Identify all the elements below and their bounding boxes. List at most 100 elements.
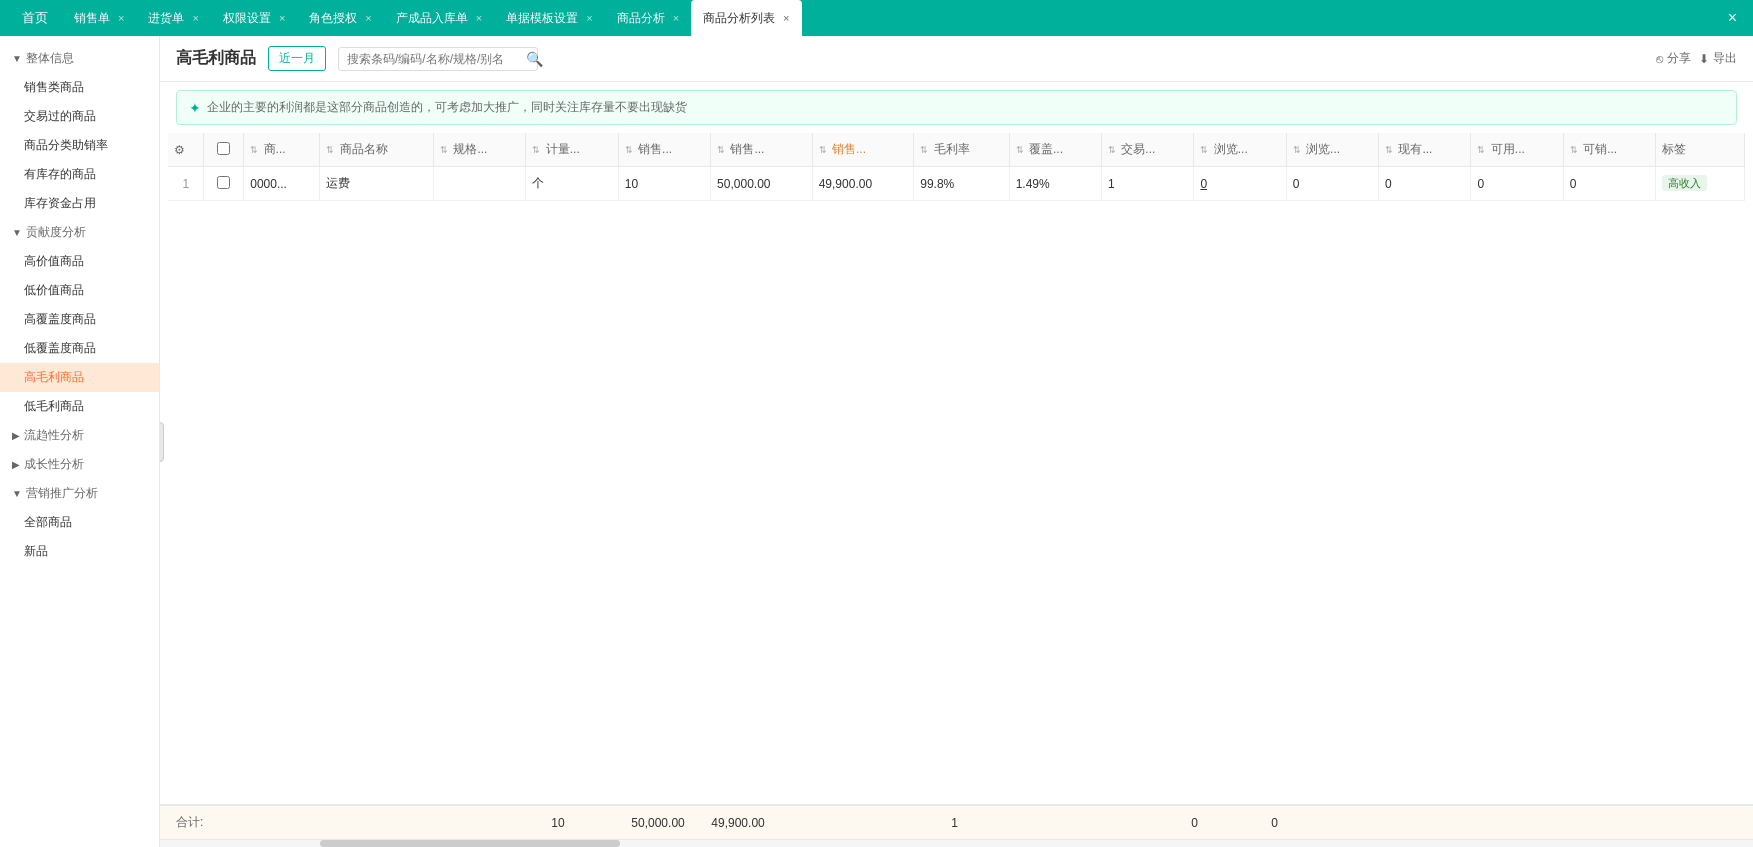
close-product-warehouse-tab-icon[interactable]: × (476, 12, 482, 24)
close-permission-tab-icon[interactable]: × (279, 12, 285, 24)
nav-tab-sales[interactable]: 销售单 × (62, 0, 136, 36)
content-header: 高毛利商品 近一月 🔍 ⎋ 分享 ⬇ 导出 (160, 36, 1753, 82)
col-name[interactable]: ⇅ 商品名称 (320, 133, 434, 167)
date-filter-button[interactable]: 近一月 (268, 46, 326, 71)
footer-sales-amount: 50,000.00 (623, 816, 703, 830)
scrollbar-thumb[interactable] (320, 840, 620, 847)
col-sales-qty[interactable]: ⇅ 销售... (618, 133, 710, 167)
table-wrapper[interactable]: ⚙ ⇅ 商... ⇅ 商品名称 (168, 133, 1745, 804)
cell-tag: 高收入 (1656, 167, 1745, 201)
col-transactions[interactable]: ⇅ 交易... (1102, 133, 1194, 167)
sidebar-item-high-margin[interactable]: 高毛利商品 (0, 363, 159, 392)
horizontal-scrollbar[interactable] (160, 839, 1753, 847)
nav-tab-template[interactable]: 单据模板设置 × (494, 0, 604, 36)
col-unit[interactable]: ⇅ 计量... (526, 133, 618, 167)
sidebar-group-marketing[interactable]: ▼ 营销推广分析 (0, 479, 159, 508)
col-coverage[interactable]: ⇅ 覆盖... (1009, 133, 1101, 167)
select-all-checkbox[interactable] (217, 142, 230, 155)
cell-sales-cost: 49,900.00 (812, 167, 914, 201)
col-gross-margin[interactable]: ⇅ 毛利率 (914, 133, 1009, 167)
col-settings[interactable]: ⚙ (168, 133, 204, 167)
sort-icon-spec: ⇅ (440, 145, 448, 155)
col-views2[interactable]: ⇅ 浏览... (1286, 133, 1378, 167)
sidebar-collapse-button[interactable]: « (160, 422, 164, 462)
nav-tab-permission[interactable]: 权限设置 × (211, 0, 297, 36)
settings-icon: ⚙ (174, 143, 185, 157)
close-analysis-list-tab-icon[interactable]: × (783, 12, 789, 24)
close-sales-tab-icon[interactable]: × (118, 12, 124, 24)
nav-tab-role[interactable]: 角色授权 × (297, 0, 383, 36)
sidebar-item-traded-products[interactable]: 交易过的商品 (0, 102, 159, 131)
col-saleable[interactable]: ⇅ 可销... (1563, 133, 1655, 167)
sidebar-item-low-margin[interactable]: 低毛利商品 (0, 392, 159, 421)
sort-icon-transactions: ⇅ (1108, 145, 1116, 155)
cell-saleable: 0 (1563, 167, 1655, 201)
header-actions: ⎋ 分享 ⬇ 导出 (1656, 50, 1737, 67)
sidebar-item-inventory-capital[interactable]: 库存资金占用 (0, 189, 159, 218)
cell-transactions: 1 (1102, 167, 1194, 201)
cell-sales-qty: 10 (618, 167, 710, 201)
sort-icon-current-stock: ⇅ (1385, 145, 1393, 155)
nav-tab-purchase[interactable]: 进货单 × (136, 0, 210, 36)
sidebar-group-growth[interactable]: ▶ 成长性分析 (0, 450, 159, 479)
footer-current-stock: 0 (1183, 816, 1263, 830)
nav-tab-product-warehouse[interactable]: 产成品入库单 × (384, 0, 494, 36)
sort-icon-coverage: ⇅ (1016, 145, 1024, 155)
sidebar-item-category-sales-rate[interactable]: 商品分类助销率 (0, 131, 159, 160)
close-purchase-tab-icon[interactable]: × (192, 12, 198, 24)
sort-icon-views1: ⇅ (1200, 145, 1208, 155)
cell-coverage: 1.49% (1009, 167, 1101, 201)
cell-name: 运费 (320, 167, 434, 201)
sort-icon-sales-qty: ⇅ (625, 145, 633, 155)
info-text: 企业的主要的利润都是这部分商品创造的，可考虑加大推广，同时关注库存量不要出现缺货 (207, 99, 687, 116)
col-checkbox[interactable] (204, 133, 244, 167)
sidebar-item-new-products[interactable]: 新品 (0, 537, 159, 566)
search-input[interactable] (338, 47, 538, 71)
col-spec[interactable]: ⇅ 规格... (434, 133, 526, 167)
flow-group-arrow: ▶ (12, 430, 20, 441)
sidebar-item-high-value[interactable]: 高价值商品 (0, 247, 159, 276)
nav-tab-analysis[interactable]: 商品分析 × (605, 0, 691, 36)
sidebar-item-low-value[interactable]: 低价值商品 (0, 276, 159, 305)
footer-available: 0 (1263, 816, 1343, 830)
row-checkbox-cell[interactable] (204, 167, 244, 201)
sidebar-item-sales-products[interactable]: 销售类商品 (0, 73, 159, 102)
nav-home[interactable]: 首页 (8, 0, 62, 36)
sidebar-group-overall[interactable]: ▼ 整体信息 (0, 44, 159, 73)
data-table: ⚙ ⇅ 商... ⇅ 商品名称 (168, 133, 1745, 201)
info-banner: ✦ 企业的主要的利润都是这部分商品创造的，可考虑加大推广，同时关注库存量不要出现… (176, 90, 1737, 125)
col-views1[interactable]: ⇅ 浏览... (1194, 133, 1286, 167)
info-icon: ✦ (189, 100, 201, 116)
col-current-stock[interactable]: ⇅ 现有... (1379, 133, 1471, 167)
growth-group-arrow: ▶ (12, 459, 20, 470)
sidebar-item-low-coverage[interactable]: 低覆盖度商品 (0, 334, 159, 363)
sort-icon-name: ⇅ (326, 145, 334, 155)
sidebar-item-all-products[interactable]: 全部商品 (0, 508, 159, 537)
nav-tab-analysis-list[interactable]: 商品分析列表 × (691, 0, 801, 36)
search-icon-button[interactable]: 🔍 (526, 51, 543, 67)
sidebar-item-in-stock-products[interactable]: 有库存的商品 (0, 160, 159, 189)
window-close-button[interactable]: × (1720, 9, 1745, 27)
table-footer: 合计: 10 50,000.00 49,900.00 1 0 0 (160, 804, 1753, 839)
sort-icon-sales-cost: ⇅ (819, 145, 827, 155)
export-button[interactable]: ⬇ 导出 (1699, 50, 1737, 67)
sidebar-group-contribution[interactable]: ▼ 贡献度分析 (0, 218, 159, 247)
row-checkbox[interactable] (217, 176, 230, 189)
share-button[interactable]: ⎋ 分享 (1656, 50, 1691, 67)
cell-views1[interactable]: 0 (1194, 167, 1286, 201)
close-analysis-tab-icon[interactable]: × (673, 12, 679, 24)
cell-sales-amount: 50,000.00 (711, 167, 813, 201)
sidebar-group-flow[interactable]: ▶ 流趋性分析 (0, 421, 159, 450)
sidebar-item-high-coverage[interactable]: 高覆盖度商品 (0, 305, 159, 334)
share-icon: ⎋ (1656, 52, 1663, 66)
col-available[interactable]: ⇅ 可用... (1471, 133, 1563, 167)
close-template-tab-icon[interactable]: × (586, 12, 592, 24)
close-role-tab-icon[interactable]: × (365, 12, 371, 24)
col-code[interactable]: ⇅ 商... (244, 133, 320, 167)
page-title: 高毛利商品 (176, 48, 256, 69)
contribution-group-arrow: ▼ (12, 227, 22, 238)
col-sales-cost[interactable]: ⇅ 销售... (812, 133, 914, 167)
sort-icon-code: ⇅ (250, 145, 258, 155)
col-sales-amount[interactable]: ⇅ 销售... (711, 133, 813, 167)
col-tag[interactable]: 标签 (1656, 133, 1745, 167)
